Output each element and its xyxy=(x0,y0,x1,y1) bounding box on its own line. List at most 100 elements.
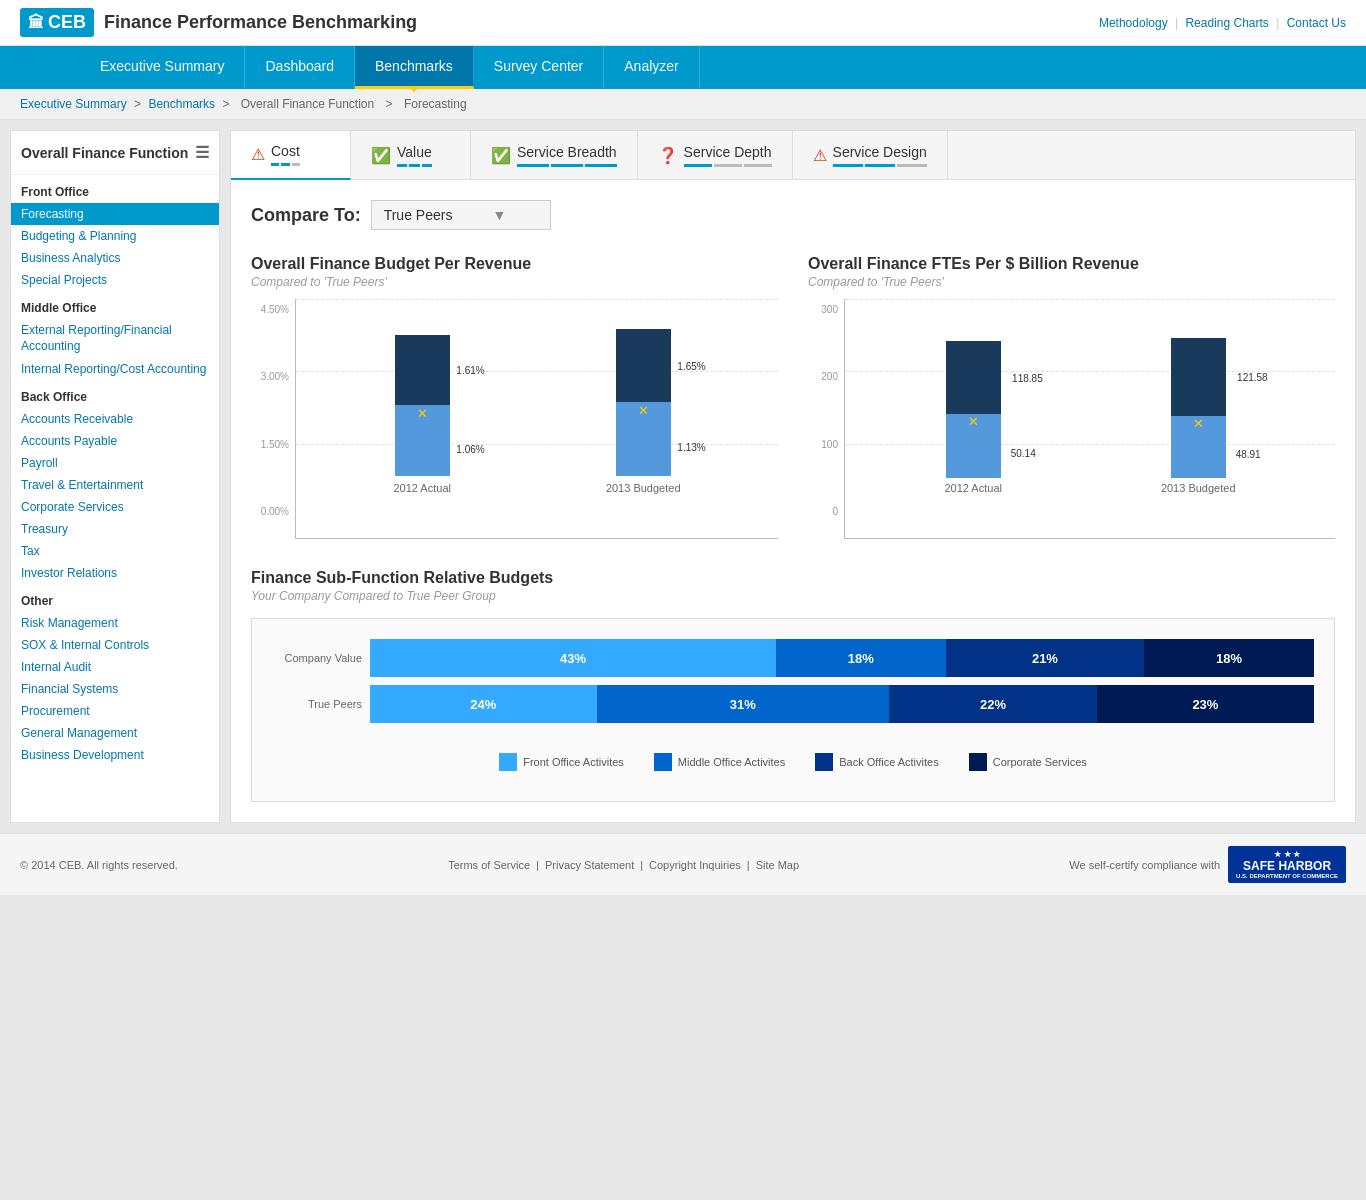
footer-terms[interactable]: Terms of Service xyxy=(448,859,530,871)
footer-sep3: | xyxy=(747,859,750,871)
reading-charts-link[interactable]: Reading Charts xyxy=(1185,16,1268,30)
warn-icon-design: ⚠ xyxy=(813,146,827,165)
sidebar-item-accounts-receivable[interactable]: Accounts Receivable xyxy=(11,408,219,430)
sidebar-item-accounts-payable[interactable]: Accounts Payable xyxy=(11,430,219,452)
nav-benchmarks[interactable]: Benchmarks xyxy=(355,46,474,89)
chart2-subtitle: Compared to 'True Peers' xyxy=(808,275,1335,289)
sidebar-item-financial-systems[interactable]: Financial Systems xyxy=(11,678,219,700)
main-layout: Overall Finance Function ☰ Front Office … xyxy=(10,130,1356,823)
chart2-val2-top: 121.58 xyxy=(1237,372,1268,383)
methodology-link[interactable]: Methodology xyxy=(1099,16,1168,30)
logo-area: 🏛 CEB Finance Performance Benchmarking xyxy=(20,8,417,37)
sidebar-item-special-projects[interactable]: Special Projects xyxy=(11,269,219,291)
chart1-val2-bottom: 1.13% xyxy=(677,442,705,453)
chart1-val1-top: 1.61% xyxy=(456,365,484,376)
tab-service-depth[interactable]: ❓ Service Depth xyxy=(638,131,793,179)
tab-cost[interactable]: ⚠ Cost xyxy=(231,131,351,180)
chart1-y-axis: 4.50% 3.00% 1.50% 0.00% xyxy=(251,299,295,539)
sidebar-item-corporate-services[interactable]: Corporate Services xyxy=(11,496,219,518)
tab-depth-bar1 xyxy=(684,164,712,167)
compare-label: Compare To: xyxy=(251,205,361,226)
sidebar-item-payroll[interactable]: Payroll xyxy=(11,452,219,474)
sidebar-item-tax[interactable]: Tax xyxy=(11,540,219,562)
tab-breadth-bar3 xyxy=(585,164,617,167)
chart1-y2: 1.50% xyxy=(261,439,289,450)
sidebar-item-external-reporting[interactable]: External Reporting/Financial Accounting xyxy=(11,319,219,358)
sidebar-item-treasury[interactable]: Treasury xyxy=(11,518,219,540)
sidebar-item-forecasting[interactable]: Forecasting xyxy=(11,203,219,225)
footer: © 2014 CEB. All rights reserved. Terms o… xyxy=(0,833,1366,895)
sidebar-item-internal-audit[interactable]: Internal Audit xyxy=(11,656,219,678)
stacked-bar-container: Company Value 43% 18% 21% 18% True Peers… xyxy=(251,618,1335,802)
tab-cost-bar1 xyxy=(271,163,279,166)
sidebar-item-general-management[interactable]: General Management xyxy=(11,722,219,744)
chart1-val2-top: 1.65% xyxy=(677,360,705,371)
safe-harbor-label: SAFE HARBOR xyxy=(1236,859,1338,873)
legend-front-office: Front Office Activites xyxy=(499,753,624,771)
nav-dashboard[interactable]: Dashboard xyxy=(245,46,355,89)
chart1-bar2-mid: ✕ xyxy=(616,402,671,418)
menu-icon[interactable]: ☰ xyxy=(195,143,209,162)
footer-copyright-link[interactable]: Copyright Inquiries xyxy=(649,859,741,871)
chart2-title: Overall Finance FTEs Per $ Billion Reven… xyxy=(808,255,1335,273)
sidebar-item-budgeting[interactable]: Budgeting & Planning xyxy=(11,225,219,247)
breadcrumb-sep1: > xyxy=(134,97,144,111)
divider2: | xyxy=(1276,16,1282,30)
compare-value: True Peers xyxy=(384,207,453,223)
breadcrumb-executive-summary[interactable]: Executive Summary xyxy=(20,97,127,111)
nav-analyzer[interactable]: Analyzer xyxy=(604,46,699,89)
chart2-group1: 118.85 ✕ 50.14 xyxy=(944,341,1002,494)
chart2-bar2-bottom: 48.91 xyxy=(1171,430,1226,478)
tab-service-design[interactable]: ⚠ Service Design xyxy=(793,131,948,179)
stacked-bars-company: 43% 18% 21% 18% xyxy=(370,639,1314,677)
safe-harbor-text: We self-certify compliance with xyxy=(1069,859,1220,871)
stacked-label-company: Company Value xyxy=(272,652,362,664)
breadcrumb-sep3: > xyxy=(386,97,396,111)
star-icon-3: ✕ xyxy=(968,414,979,429)
legend-box-back xyxy=(815,753,833,771)
legend-label-front: Front Office Activites xyxy=(523,756,624,768)
stacked-seg-p4: 23% xyxy=(1097,685,1314,723)
chart1-val1-bottom: 1.06% xyxy=(456,443,484,454)
compare-select[interactable]: True Peers ▼ xyxy=(371,200,551,230)
chart2-bar1-bottom: 50.14 xyxy=(946,428,1001,478)
tab-service-breadth-label: Service Breadth xyxy=(517,144,617,160)
sidebar-item-risk-management[interactable]: Risk Management xyxy=(11,612,219,634)
footer-privacy[interactable]: Privacy Statement xyxy=(545,859,634,871)
logo: 🏛 CEB xyxy=(20,8,94,37)
footer-sitemap[interactable]: Site Map xyxy=(756,859,799,871)
tab-value[interactable]: ✅ Value xyxy=(351,131,471,179)
chart2-y2: 100 xyxy=(821,439,838,450)
sidebar-item-procurement[interactable]: Procurement xyxy=(11,700,219,722)
sidebar-section-middle-office: Middle Office xyxy=(11,291,219,319)
divider1: | xyxy=(1175,16,1181,30)
breadcrumb-benchmarks[interactable]: Benchmarks xyxy=(148,97,215,111)
chart1-y3: 3.00% xyxy=(261,371,289,382)
sidebar-item-sox[interactable]: SOX & Internal Controls xyxy=(11,634,219,656)
chart2-val1-bottom: 50.14 xyxy=(1011,448,1036,459)
nav-executive-summary[interactable]: Executive Summary xyxy=(80,46,245,89)
sidebar-item-business-development[interactable]: Business Development xyxy=(11,744,219,766)
sidebar-item-investor-relations[interactable]: Investor Relations xyxy=(11,562,219,584)
nav-survey-center[interactable]: Survey Center xyxy=(474,46,604,89)
warn-icon-cost: ⚠ xyxy=(251,145,265,164)
safe-harbor: We self-certify compliance with ★ ★ ★ SA… xyxy=(1069,846,1346,883)
footer-sep1: | xyxy=(536,859,539,871)
chart2-val1-top: 118.85 xyxy=(1012,372,1043,383)
tab-value-bar2 xyxy=(409,164,419,167)
sidebar-section-front-office: Front Office xyxy=(11,175,219,203)
stacked-label-peers: True Peers xyxy=(272,698,362,710)
legend-label-back: Back Office Activites xyxy=(839,756,938,768)
dropdown-arrow-icon: ▼ xyxy=(492,207,506,223)
nav-bar: Executive Summary Dashboard Benchmarks S… xyxy=(0,46,1366,89)
sidebar: Overall Finance Function ☰ Front Office … xyxy=(10,130,220,823)
sidebar-item-business-analytics[interactable]: Business Analytics xyxy=(11,247,219,269)
ok-icon-breadth: ✅ xyxy=(491,146,511,165)
legend-box-middle xyxy=(654,753,672,771)
chart2-bar2-top: 121.58 xyxy=(1171,338,1226,416)
sidebar-item-travel[interactable]: Travel & Entertainment xyxy=(11,474,219,496)
chart2-body: 118.85 ✕ 50.14 xyxy=(844,299,1335,539)
tab-service-breadth[interactable]: ✅ Service Breadth xyxy=(471,131,638,179)
contact-us-link[interactable]: Contact Us xyxy=(1287,16,1346,30)
sidebar-item-internal-reporting[interactable]: Internal Reporting/Cost Accounting xyxy=(11,358,219,380)
